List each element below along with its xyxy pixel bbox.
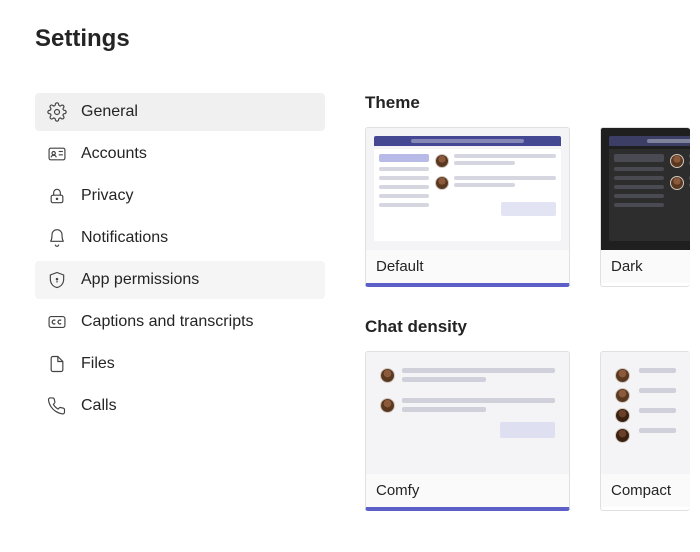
theme-preview-default: [366, 128, 569, 250]
sidebar-item-label: General: [81, 103, 138, 121]
chat-density-section-title: Chat density: [365, 317, 700, 337]
sidebar-item-label: Privacy: [81, 187, 133, 205]
sidebar-item-label: Captions and transcripts: [81, 313, 254, 331]
sidebar-item-calls[interactable]: Calls: [35, 387, 325, 425]
sidebar-item-label: Files: [81, 355, 115, 373]
theme-option-label: Default: [366, 250, 569, 283]
chat-density-option-comfy[interactable]: Comfy: [365, 351, 570, 511]
chat-density-options: Comfy Compact: [365, 351, 700, 511]
sidebar-item-label: Calls: [81, 397, 117, 415]
phone-icon: [47, 396, 67, 416]
theme-options: Default Dark: [365, 127, 700, 287]
captions-icon: [47, 312, 67, 332]
theme-option-label: Dark: [601, 250, 690, 283]
gear-icon: [47, 102, 67, 122]
chat-density-preview-comfy: [366, 352, 569, 474]
sidebar-item-label: App permissions: [81, 271, 199, 289]
sidebar-item-label: Accounts: [81, 145, 147, 163]
chat-density-option-compact[interactable]: Compact: [600, 351, 690, 511]
sidebar-item-captions-transcripts[interactable]: Captions and transcripts: [35, 303, 325, 341]
page-title: Settings: [35, 25, 700, 53]
sidebar-item-accounts[interactable]: Accounts: [35, 135, 325, 173]
theme-option-dark[interactable]: Dark: [600, 127, 690, 287]
chat-density-option-label: Comfy: [366, 474, 569, 507]
theme-option-default[interactable]: Default: [365, 127, 570, 287]
sidebar-item-general[interactable]: General: [35, 93, 325, 131]
file-icon: [47, 354, 67, 374]
chat-density-option-label: Compact: [601, 474, 690, 507]
settings-sidebar: General Accounts Privacy Notifications A: [35, 93, 325, 541]
theme-preview-dark: [601, 128, 690, 250]
sidebar-item-notifications[interactable]: Notifications: [35, 219, 325, 257]
sidebar-item-privacy[interactable]: Privacy: [35, 177, 325, 215]
shield-icon: [47, 270, 67, 290]
lock-icon: [47, 186, 67, 206]
account-card-icon: [47, 144, 67, 164]
sidebar-item-app-permissions[interactable]: App permissions: [35, 261, 325, 299]
bell-icon: [47, 228, 67, 248]
chat-density-preview-compact: [601, 352, 690, 474]
theme-section-title: Theme: [365, 93, 700, 113]
sidebar-item-files[interactable]: Files: [35, 345, 325, 383]
settings-content: Theme Default: [365, 93, 700, 541]
sidebar-item-label: Notifications: [81, 229, 168, 247]
settings-layout: General Accounts Privacy Notifications A: [35, 93, 700, 541]
